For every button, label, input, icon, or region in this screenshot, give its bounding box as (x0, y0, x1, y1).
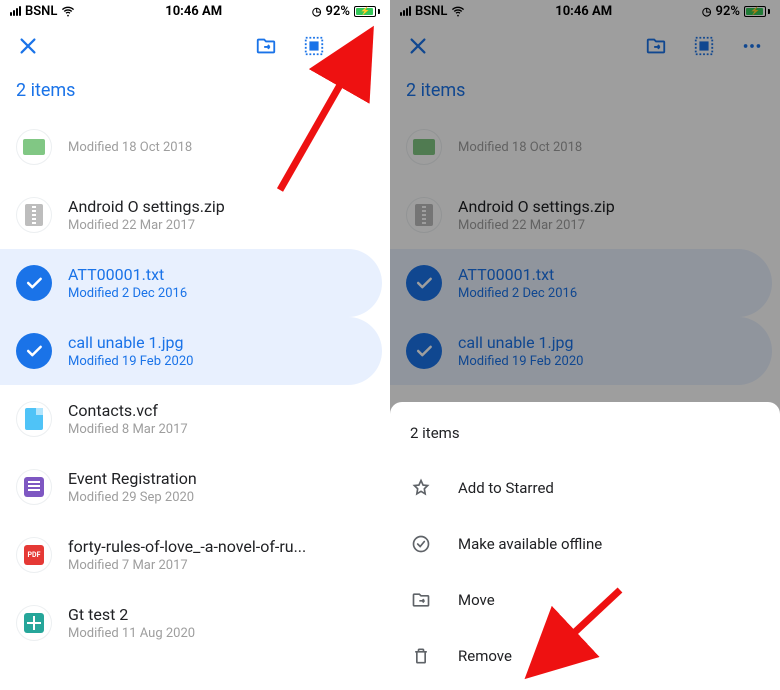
trash-icon (410, 645, 432, 667)
bottom-sheet: 2 items Add to Starred Make available off… (390, 402, 780, 690)
file-meta: Contacts.vcf Modified 8 Mar 2017 (68, 401, 188, 437)
file-meta: forty-rules-of-love_-a-novel-of-ru... Mod… (68, 537, 306, 573)
file-row[interactable]: Modified 18 Oct 2018 (0, 113, 390, 181)
file-modified: Modified 7 Mar 2017 (68, 558, 306, 573)
file-name: Gt test 2 (68, 605, 195, 624)
file-meta: Gt test 2 Modified 11 Aug 2020 (68, 605, 195, 641)
file-list: Modified 18 Oct 2018 Android O settings.z… (0, 113, 390, 657)
move-folder-icon[interactable] (254, 34, 278, 58)
close-icon[interactable] (16, 34, 40, 58)
file-meta: Android O settings.zip Modified 22 Mar 20… (68, 197, 225, 233)
file-modified: Modified 2 Dec 2016 (68, 286, 187, 301)
sheet-item-move[interactable]: Move (390, 572, 780, 628)
more-icon[interactable] (350, 34, 374, 58)
signal-icon (10, 6, 21, 16)
selected-check-icon (16, 333, 52, 369)
sheet-item-trash[interactable]: Remove (390, 628, 780, 684)
screen-right: BSNL 10:46 AM ◷ 92% ⚡ (390, 0, 780, 690)
status-time: 10:46 AM (165, 4, 222, 19)
sheet-item-label: Add to Starred (458, 479, 554, 497)
offline-icon (410, 533, 432, 555)
select-all-icon[interactable] (302, 34, 326, 58)
file-modified: Modified 11 Aug 2020 (68, 626, 195, 641)
file-name: Android O settings.zip (68, 197, 225, 216)
status-left: BSNL (10, 4, 75, 19)
toolbar (0, 22, 390, 70)
file-meta: ATT00001.txt Modified 2 Dec 2016 (68, 265, 187, 301)
wifi-icon (61, 4, 75, 18)
file-name: call unable 1.jpg (68, 333, 193, 352)
file-modified: Modified 29 Sep 2020 (68, 490, 197, 505)
status-right: ◷ 92% ⚡ (312, 4, 380, 19)
sheet-item-label: Remove (458, 647, 512, 665)
selected-check-icon (16, 265, 52, 301)
file-row[interactable]: Android O settings.zip Modified 22 Mar 20… (0, 181, 390, 249)
sheet-item-label: Move (458, 591, 495, 609)
green-file-icon (16, 129, 52, 165)
zip-file-icon (16, 197, 52, 233)
status-bar: BSNL 10:46 AM ◷ 92% ⚡ (0, 0, 390, 22)
form-file-icon (16, 469, 52, 505)
sheet-file-icon (16, 605, 52, 641)
battery-pct: 92% (326, 4, 350, 19)
file-modified: Modified 8 Mar 2017 (68, 422, 188, 437)
doc-file-icon (16, 401, 52, 437)
file-row[interactable]: PDF forty-rules-of-love_-a-novel-of-ru...… (0, 521, 390, 589)
file-row[interactable]: Contacts.vcf Modified 8 Mar 2017 (0, 385, 390, 453)
file-modified: Modified 18 Oct 2018 (68, 140, 192, 155)
file-name: Contacts.vcf (68, 401, 188, 420)
sheet-item-label: Make available offline (458, 535, 602, 553)
carrier-label: BSNL (25, 4, 57, 19)
file-meta: call unable 1.jpg Modified 19 Feb 2020 (68, 333, 193, 369)
selection-count: 2 items (0, 70, 390, 113)
file-meta: Modified 18 Oct 2018 (68, 140, 192, 155)
file-row[interactable]: call unable 1.jpg Modified 19 Feb 2020 (0, 317, 382, 385)
file-meta: Event Registration Modified 29 Sep 2020 (68, 469, 197, 505)
sheet-item-offline[interactable]: Make available offline (390, 516, 780, 572)
file-row[interactable]: Event Registration Modified 29 Sep 2020 (0, 453, 390, 521)
pdf-file-icon: PDF (16, 537, 52, 573)
file-name: ATT00001.txt (68, 265, 187, 284)
file-modified: Modified 19 Feb 2020 (68, 354, 193, 369)
star-icon (410, 477, 432, 499)
sheet-item-star[interactable]: Add to Starred (390, 460, 780, 516)
screen-left: BSNL 10:46 AM ◷ 92% ⚡ (0, 0, 390, 690)
alarm-icon: ◷ (312, 5, 322, 18)
file-row[interactable]: ATT00001.txt Modified 2 Dec 2016 (0, 249, 382, 317)
sheet-header: 2 items (390, 410, 780, 460)
battery-icon: ⚡ (354, 6, 380, 17)
file-row[interactable]: Gt test 2 Modified 11 Aug 2020 (0, 589, 390, 657)
file-modified: Modified 22 Mar 2017 (68, 218, 225, 233)
file-name: Event Registration (68, 469, 197, 488)
move-icon (410, 589, 432, 611)
file-name: forty-rules-of-love_-a-novel-of-ru... (68, 537, 306, 556)
